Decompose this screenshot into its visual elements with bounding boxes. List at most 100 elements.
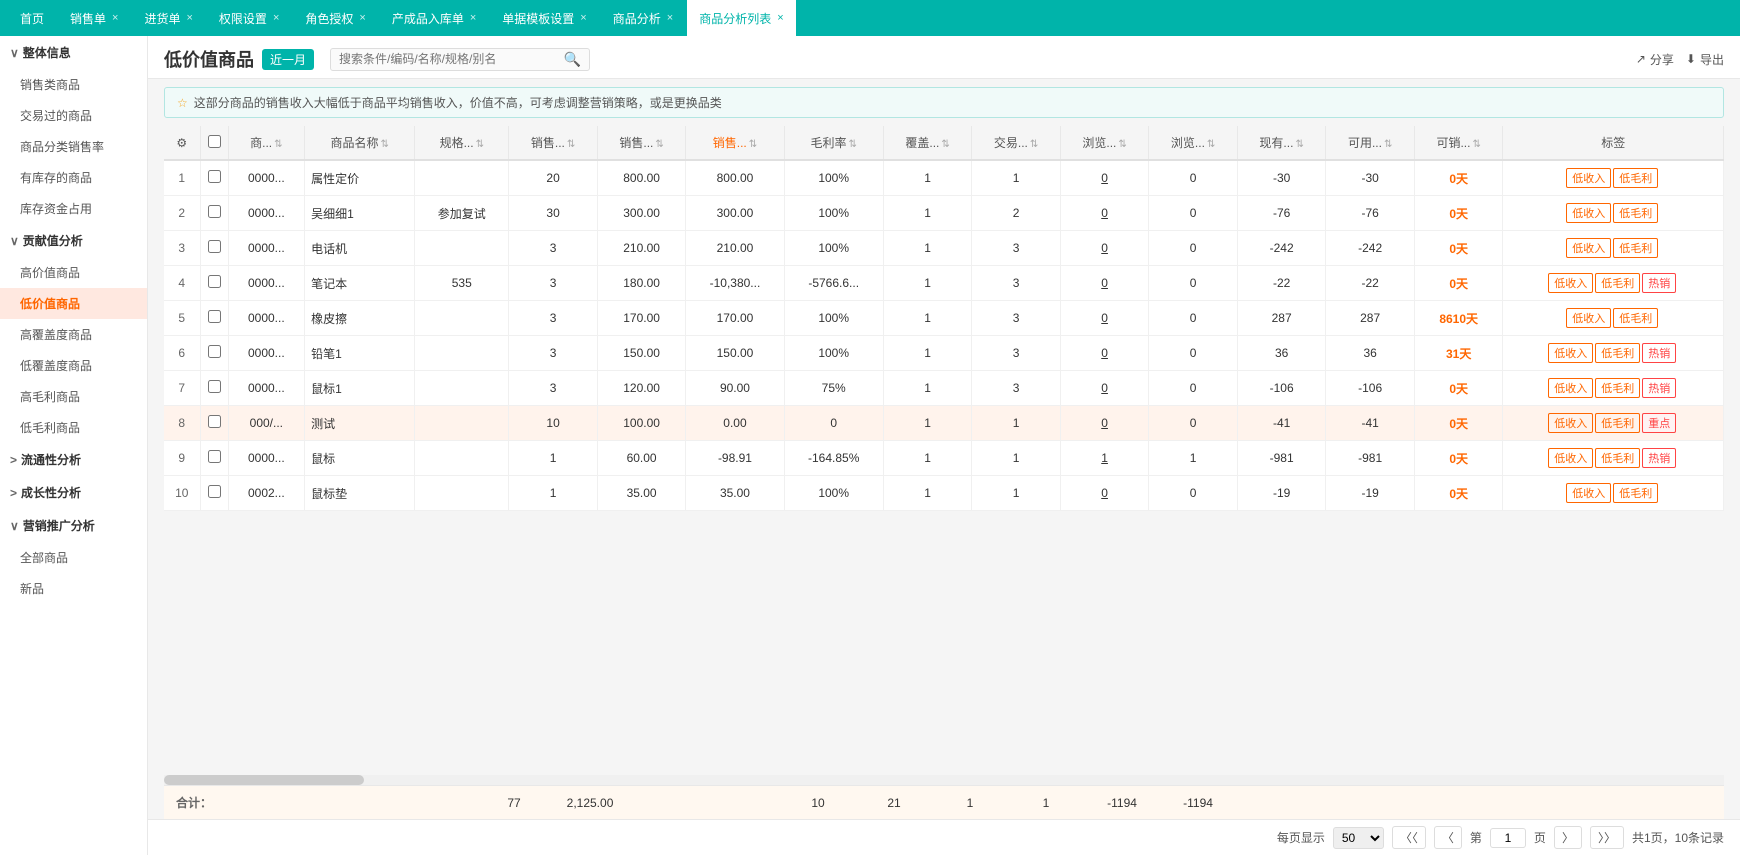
sidebar-item-low-margin[interactable]: 低毛利商品 [0,412,147,443]
cell-checkbox[interactable] [200,371,228,406]
cell-checkbox[interactable] [200,441,228,476]
row-checkbox[interactable] [208,170,221,183]
share-button[interactable]: ↗ 分享 [1636,51,1674,68]
col-settings[interactable]: ⚙ [164,126,200,160]
cell-view1[interactable]: 0 [1060,266,1149,301]
first-page-button[interactable]: 〈〈 [1392,826,1426,849]
col-name[interactable]: 商品名称⇅ [305,126,415,160]
sidebar-group-marketing[interactable]: ∨ 营销推广分析 [0,509,147,542]
prev-page-button[interactable]: 〈 [1434,826,1462,849]
view1-link[interactable]: 0 [1101,381,1108,395]
sidebar-item-new-goods[interactable]: 新品 [0,573,147,604]
sidebar-item-high-margin[interactable]: 高毛利商品 [0,381,147,412]
nav-analysis[interactable]: 商品分析 × [601,0,685,36]
view1-link[interactable]: 0 [1101,171,1108,185]
export-button[interactable]: ⬇ 导出 [1686,51,1724,68]
search-icon[interactable]: 🔍 [564,51,581,68]
cell-view1[interactable]: 0 [1060,301,1149,336]
sidebar-item-stocked-goods[interactable]: 有库存的商品 [0,162,147,193]
cell-checkbox[interactable] [200,231,228,266]
page-number-input[interactable] [1490,828,1526,848]
view1-link[interactable]: 0 [1101,241,1108,255]
col-stock[interactable]: 现有...⇅ [1237,126,1326,160]
cell-checkbox[interactable] [200,476,228,511]
sidebar-item-high-value[interactable]: 高价值商品 [0,257,147,288]
search-input[interactable] [339,52,564,66]
nav-home[interactable]: 首页 [8,0,56,36]
col-spec[interactable]: 规格...⇅ [415,126,509,160]
next-page-button[interactable]: 〉 [1554,826,1582,849]
nav-sales[interactable]: 销售单 × [58,0,130,36]
select-all-checkbox[interactable] [208,135,221,148]
close-icon[interactable]: × [777,12,783,24]
last-page-button[interactable]: 〉〉 [1590,826,1624,849]
close-icon[interactable]: × [470,12,476,24]
cell-checkbox[interactable] [200,336,228,371]
cell-checkbox[interactable] [200,266,228,301]
row-checkbox[interactable] [208,205,221,218]
row-checkbox[interactable] [208,380,221,393]
sidebar-item-stock-capital[interactable]: 库存资金占用 [0,193,147,224]
close-icon[interactable]: × [580,12,586,24]
close-icon[interactable]: × [667,12,673,24]
col-trade[interactable]: 交易...⇅ [972,126,1061,160]
sidebar-item-category-rate[interactable]: 商品分类销售率 [0,131,147,162]
col-qty[interactable]: 销售...⇅ [509,126,598,160]
view1-link[interactable]: 0 [1101,346,1108,360]
sidebar-item-high-coverage[interactable]: 高覆盖度商品 [0,319,147,350]
view1-link[interactable]: 0 [1101,416,1108,430]
cell-view1[interactable]: 0 [1060,476,1149,511]
close-icon[interactable]: × [273,12,279,24]
close-icon[interactable]: × [186,12,192,24]
col-checkbox[interactable] [200,126,228,160]
row-checkbox[interactable] [208,240,221,253]
sidebar-item-low-value[interactable]: 低价值商品 [0,288,147,319]
time-filter-button[interactable]: 近一月 [262,49,314,70]
sidebar-group-contribution[interactable]: ∨ 贡献值分析 [0,224,147,257]
close-icon[interactable]: × [112,12,118,24]
cell-view1[interactable]: 0 [1060,196,1149,231]
view1-link[interactable]: 0 [1101,206,1108,220]
view1-link[interactable]: 0 [1101,311,1108,325]
sidebar-item-low-coverage[interactable]: 低覆盖度商品 [0,350,147,381]
nav-analysis-list[interactable]: 商品分析列表 × [687,0,795,36]
col-available[interactable]: 可用...⇅ [1326,126,1415,160]
nav-purchase[interactable]: 进货单 × [132,0,204,36]
sidebar-item-sales-goods[interactable]: 销售类商品 [0,69,147,100]
close-icon[interactable]: × [359,12,365,24]
cell-checkbox[interactable] [200,406,228,441]
cell-view1[interactable]: 1 [1060,441,1149,476]
col-view1[interactable]: 浏览...⇅ [1060,126,1149,160]
row-checkbox[interactable] [208,310,221,323]
col-saleable[interactable]: 可销...⇅ [1414,126,1503,160]
nav-permission[interactable]: 权限设置 × [207,0,291,36]
col-code[interactable]: 商...⇅ [228,126,305,160]
nav-warehouse[interactable]: 产成品入库单 × [380,0,488,36]
col-amount[interactable]: 销售...⇅ [686,126,784,160]
cell-view1[interactable]: 0 [1060,160,1149,196]
cell-checkbox[interactable] [200,301,228,336]
col-coverage[interactable]: 覆盖...⇅ [883,126,972,160]
cell-view1[interactable]: 0 [1060,336,1149,371]
col-margin[interactable]: 毛利率⇅ [784,126,883,160]
scrollbar-thumb[interactable] [164,775,364,785]
cell-checkbox[interactable] [200,196,228,231]
view1-link[interactable]: 0 [1101,276,1108,290]
nav-role[interactable]: 角色授权 × [293,0,377,36]
cell-view1[interactable]: 0 [1060,406,1149,441]
col-view2[interactable]: 浏览...⇅ [1149,126,1238,160]
view1-link[interactable]: 0 [1101,486,1108,500]
col-price[interactable]: 销售...⇅ [597,126,686,160]
horizontal-scrollbar[interactable] [164,775,1724,785]
row-checkbox[interactable] [208,450,221,463]
cell-view1[interactable]: 0 [1060,231,1149,266]
view1-link[interactable]: 1 [1101,451,1108,465]
sidebar-group-growth[interactable]: > 成长性分析 [0,476,147,509]
row-checkbox[interactable] [208,345,221,358]
page-size-select[interactable]: 50 100 200 [1333,827,1384,849]
sidebar-item-traded-goods[interactable]: 交易过的商品 [0,100,147,131]
table-wrapper[interactable]: ⚙ 商...⇅ 商品名称⇅ 规格...⇅ 销售...⇅ 销售...⇅ 销售...… [164,126,1724,775]
row-checkbox[interactable] [208,415,221,428]
sidebar-item-all-goods[interactable]: 全部商品 [0,542,147,573]
sidebar-group-overall[interactable]: ∨ 整体信息 [0,36,147,69]
